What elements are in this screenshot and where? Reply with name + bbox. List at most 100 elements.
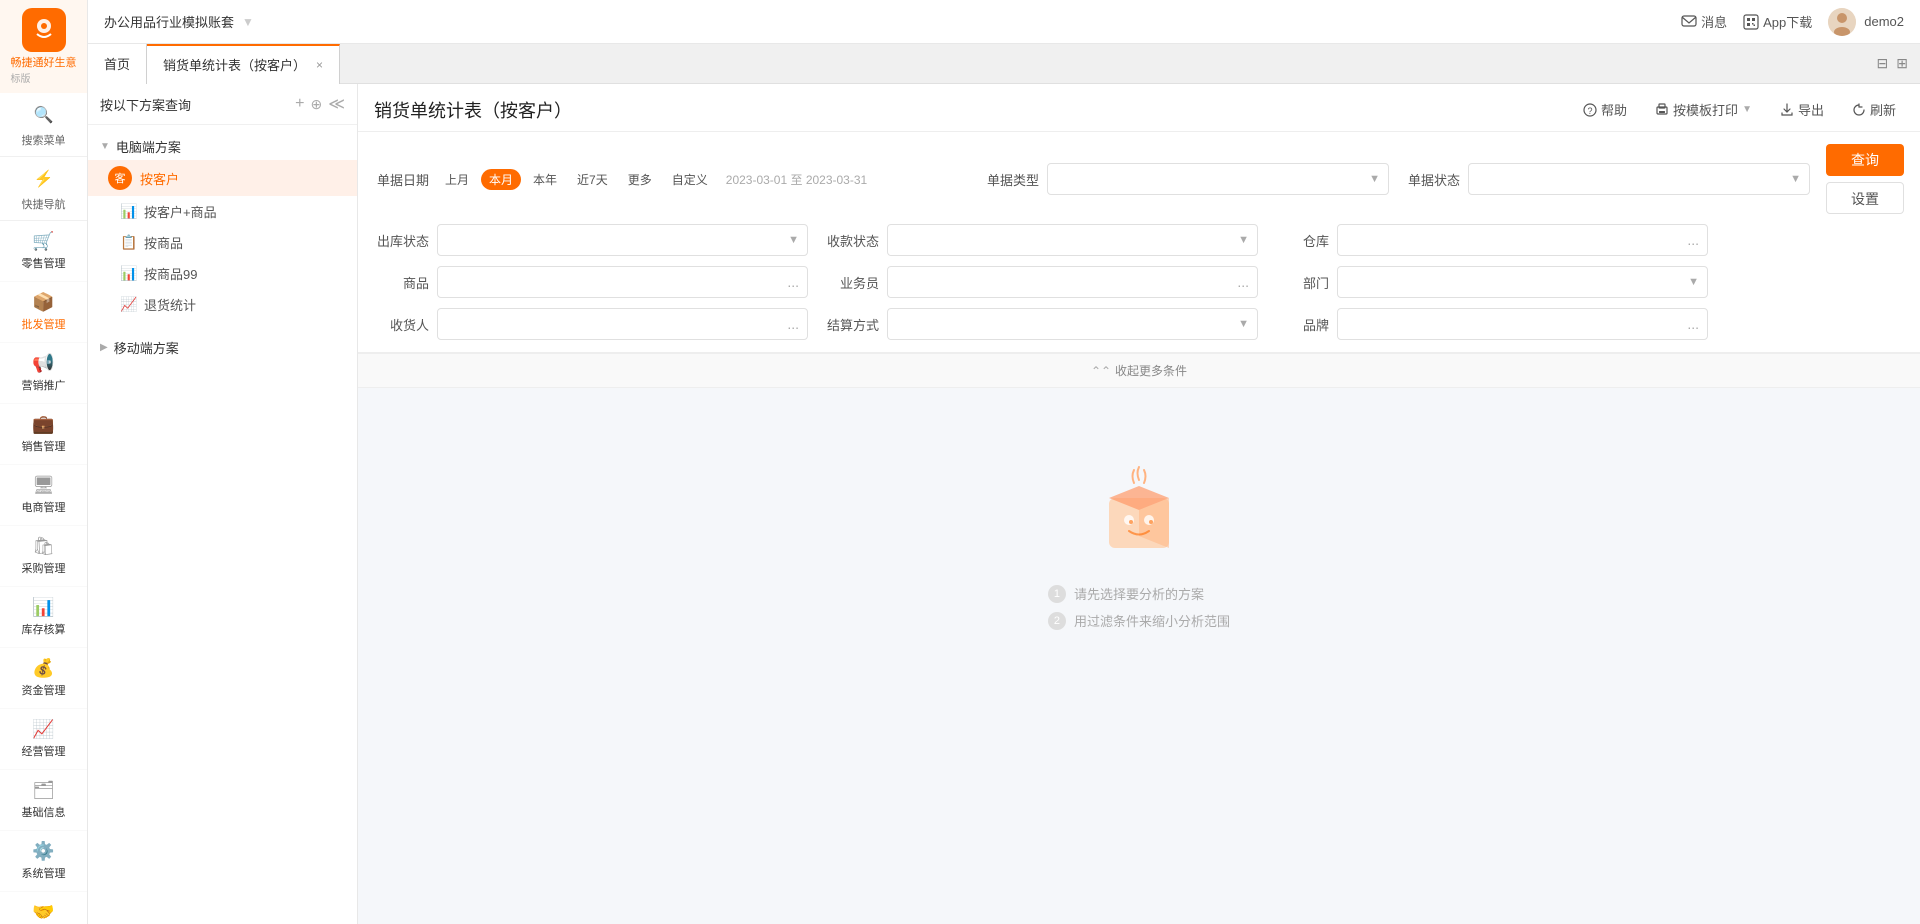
- right-panel-tools: ? 帮助 按模板打印 ▼: [1575, 96, 1904, 123]
- edit-scheme-btn[interactable]: ⊕: [311, 96, 323, 113]
- empty-tip-2: 2 用过滤条件来缩小分析范围: [1048, 611, 1230, 630]
- out-select[interactable]: ▼: [437, 224, 808, 256]
- query-button[interactable]: 查询: [1826, 144, 1904, 176]
- empty-illustration: [1079, 448, 1199, 568]
- collapse-filters-btn[interactable]: ⌃⌃ 收起更多条件: [358, 353, 1920, 388]
- date-tab-thismonth[interactable]: 本月: [481, 169, 521, 190]
- filter-row-4: 收货人 ... 结算方式 ▼ 品牌: [374, 308, 1904, 340]
- sidebar-item-marketing[interactable]: 📢 营销推广: [0, 343, 87, 404]
- dept-dropdown-icon: ▼: [1688, 276, 1699, 288]
- sidebar-item-sales[interactable]: 💼 销售管理: [0, 404, 87, 465]
- sidebar-item-finance[interactable]: 💰 资金管理: [0, 648, 87, 709]
- date-tab-more[interactable]: 更多: [620, 169, 660, 190]
- sidebar-item-operations[interactable]: 📈 经营管理: [0, 709, 87, 770]
- scheme-item-by-goods[interactable]: 📋 按商品: [88, 227, 357, 258]
- print-label: 按模板打印: [1673, 100, 1738, 119]
- user-profile-btn[interactable]: demo2: [1828, 8, 1904, 36]
- desktop-scheme-group[interactable]: ▼ 电脑端方案: [88, 131, 357, 160]
- sidebar-item-wholesale[interactable]: 📦 批发管理: [0, 282, 87, 343]
- print-dropdown-icon[interactable]: ▼: [1742, 104, 1752, 115]
- page-title: 销货单统计表（按客户）: [374, 97, 572, 123]
- filter-brand: 品牌 ...: [1274, 308, 1708, 340]
- export-btn[interactable]: 导出: [1772, 96, 1832, 123]
- receiver-input[interactable]: ...: [437, 308, 808, 340]
- left-panel: 按以下方案查询 + ⊕ ≪ ▼ 电脑端方案 客 按客户 📊: [88, 84, 358, 924]
- maximize-icon[interactable]: ⊞: [1896, 55, 1908, 72]
- scheme-item-customer-goods[interactable]: 📊 按客户+商品: [88, 196, 357, 227]
- sidebar-item-label: 库存核算: [22, 621, 66, 637]
- export-label: 导出: [1798, 100, 1824, 119]
- date-tab-7days[interactable]: 近7天: [569, 169, 616, 190]
- help-btn[interactable]: ? 帮助: [1575, 96, 1635, 123]
- status-select[interactable]: ▼: [1468, 163, 1810, 195]
- salesperson-input[interactable]: ...: [887, 266, 1258, 298]
- receiver-dots-icon[interactable]: ...: [787, 316, 799, 332]
- scheme-item-goods-99[interactable]: 📊 按商品99: [88, 258, 357, 289]
- refresh-label: 刷新: [1870, 100, 1896, 119]
- refresh-btn[interactable]: 刷新: [1844, 96, 1904, 123]
- payment-select[interactable]: ▼: [887, 308, 1258, 340]
- tab-close-icon[interactable]: ×: [316, 58, 323, 72]
- warehouse-dots-icon[interactable]: ...: [1687, 232, 1699, 248]
- mobile-scheme-group[interactable]: ▶ 移动端方案: [88, 332, 357, 361]
- filter-status: 单据状态 ▼: [1405, 163, 1810, 195]
- date-tab-lastmonth[interactable]: 上月: [437, 169, 477, 190]
- sidebar-item-system[interactable]: ⚙️ 系统管理: [0, 831, 87, 892]
- tab-active[interactable]: 销货单统计表（按客户） ×: [147, 44, 340, 84]
- sidebar-item-purchase[interactable]: 🛍 采购管理: [0, 526, 87, 587]
- wholesale-icon: 📦: [32, 292, 54, 313]
- brand-dots-icon[interactable]: ...: [1687, 316, 1699, 332]
- sidebar-item-basic[interactable]: 🗂 基础信息: [0, 770, 87, 831]
- minimize-icon[interactable]: ⊟: [1877, 55, 1889, 72]
- logo-text: 畅捷通好生意 标版: [11, 54, 77, 85]
- message-label: 消息: [1701, 12, 1727, 31]
- search-menu-btn[interactable]: 🔍 搜索菜单: [0, 93, 87, 157]
- header-left: 办公用品行业模拟账套 ▼: [104, 12, 254, 31]
- basic-icon: 🗂: [32, 780, 55, 801]
- filter-row-1: 单据日期 上月 本月 本年 近7天 更多 自定义 2023-03-01 至 20…: [374, 144, 1904, 214]
- receipt-select[interactable]: ▼: [887, 224, 1258, 256]
- sidebar-item-inventory[interactable]: 📊 库存核算: [0, 587, 87, 648]
- shortcut-nav-btn[interactable]: ⚡ 快捷导航: [0, 157, 87, 221]
- scheme-item-by-customer[interactable]: 客 按客户: [88, 160, 357, 196]
- sidebar-item-retail[interactable]: 🛒 零售管理: [0, 221, 87, 282]
- add-scheme-btn[interactable]: +: [295, 95, 304, 113]
- collapse-panel-btn[interactable]: ≪: [328, 94, 345, 114]
- filter-area: 单据日期 上月 本月 本年 近7天 更多 自定义 2023-03-01 至 20…: [358, 132, 1920, 353]
- filter-row-2: 出库状态 ▼ 收款状态 ▼ 仓库: [374, 224, 1904, 256]
- sidebar-item-label: 系统管理: [22, 865, 66, 881]
- tab-home[interactable]: 首页: [88, 44, 147, 84]
- date-tab-custom[interactable]: 自定义: [664, 169, 716, 190]
- export-icon: [1780, 103, 1794, 117]
- tab-bar: 首页 销货单统计表（按客户） × ⊟ ⊞: [88, 44, 1920, 84]
- filter-warehouse: 仓库 ...: [1274, 224, 1708, 256]
- salesperson-dots-icon[interactable]: ...: [1237, 274, 1249, 290]
- goods-input[interactable]: ...: [437, 266, 808, 298]
- print-btn[interactable]: 按模板打印 ▼: [1647, 96, 1760, 123]
- collapse-label: 收起更多条件: [1115, 362, 1187, 379]
- scheme-list-icon: 📈: [120, 296, 136, 313]
- sidebar-item-label: 经营管理: [22, 743, 66, 759]
- out-dropdown-icon: ▼: [788, 234, 799, 246]
- type-select[interactable]: ▼: [1047, 163, 1389, 195]
- app-download-btn[interactable]: App下载: [1743, 12, 1812, 31]
- brand-input[interactable]: ...: [1337, 308, 1708, 340]
- goods-dots-icon[interactable]: ...: [787, 274, 799, 290]
- shortcut-label: 快捷导航: [22, 196, 66, 212]
- warehouse-input[interactable]: ...: [1337, 224, 1708, 256]
- dept-select[interactable]: ▼: [1337, 266, 1708, 298]
- dropdown-arrow-icon[interactable]: ▼: [242, 15, 254, 29]
- filter-dept: 部门 ▼: [1274, 266, 1708, 298]
- filter-salesperson: 业务员 ...: [824, 266, 1258, 298]
- ecommerce-icon: 🖥: [32, 475, 55, 496]
- sidebar-item-label: 销售管理: [22, 438, 66, 454]
- tab-home-label: 首页: [104, 54, 130, 73]
- sidebar-item-enterprise[interactable]: 🤝 企业协同: [0, 892, 87, 924]
- app-logo[interactable]: 畅捷通好生意 标版: [0, 0, 87, 93]
- sidebar-item-ecommerce[interactable]: 🖥 电商管理: [0, 465, 87, 526]
- filter-out: 出库状态 ▼: [374, 224, 808, 256]
- message-btn[interactable]: 消息: [1681, 12, 1727, 31]
- settings-button[interactable]: 设置: [1826, 182, 1904, 214]
- scheme-item-return-stats[interactable]: 📈 退货统计: [88, 289, 357, 320]
- date-tab-thisyear[interactable]: 本年: [525, 169, 565, 190]
